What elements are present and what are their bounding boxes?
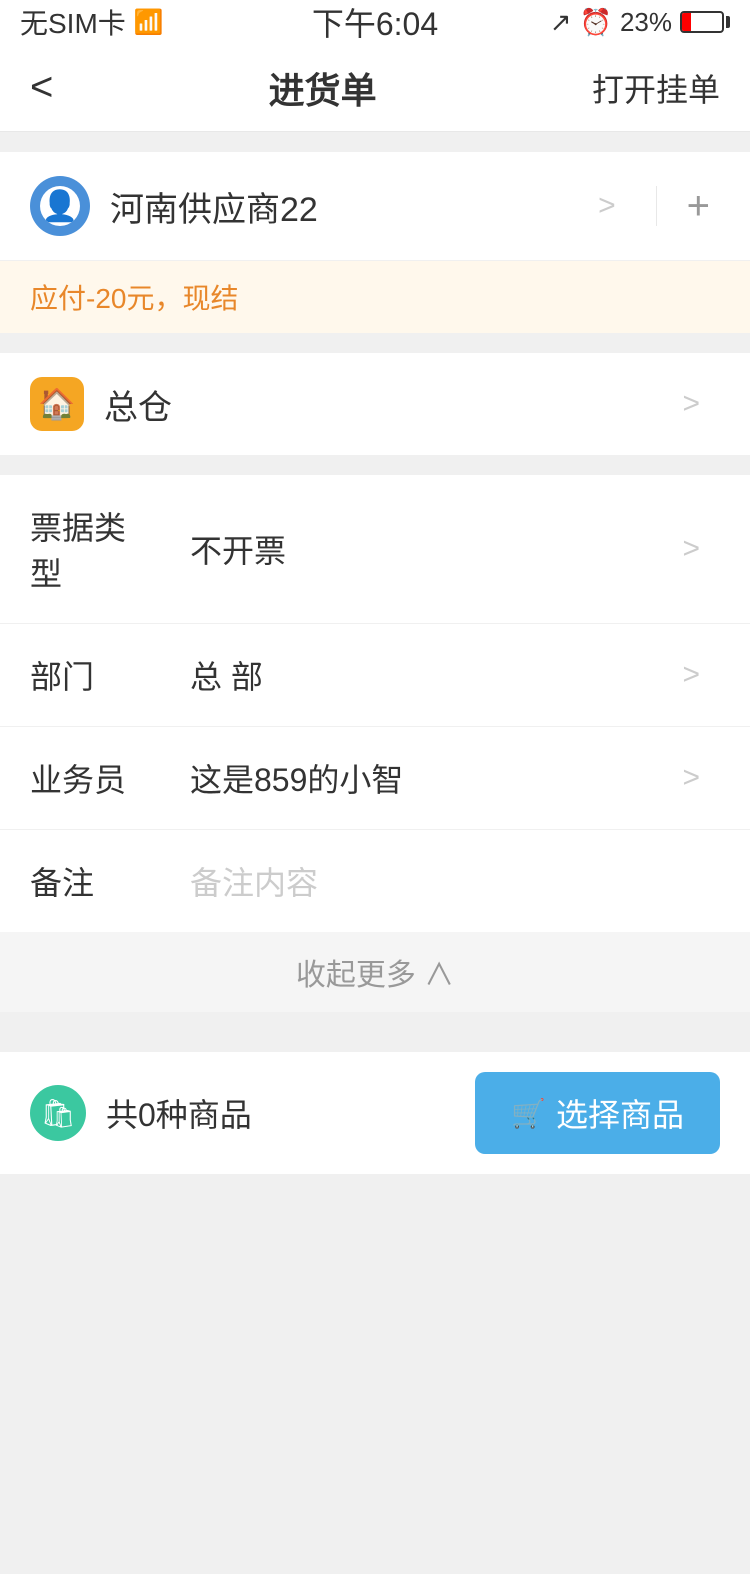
warehouse-section[interactable]: 🏠 总仓 > — [0, 353, 750, 455]
warehouse-name: 总仓 — [104, 380, 682, 429]
department-value: 总 部 — [150, 652, 682, 698]
cart-icon-bg: 🛍 — [30, 1085, 86, 1141]
department-label: 部门 — [30, 652, 150, 698]
alarm-icon: ⏰ — [580, 7, 612, 38]
remark-row[interactable]: 备注 备注内容 — [0, 830, 750, 932]
supplier-name: 河南供应商22 — [110, 182, 598, 231]
battery-indicator — [680, 11, 730, 33]
wifi-icon: 📶 — [134, 8, 164, 37]
collapse-label: 收起更多 ∧ — [296, 950, 454, 994]
notice-bar: 应付-20元，现结 — [0, 261, 750, 333]
remark-label: 备注 — [30, 858, 150, 904]
select-product-icon: 🛒 — [511, 1097, 546, 1130]
product-count-label: 共0种商品 — [106, 1090, 475, 1136]
back-button[interactable]: < — [30, 65, 53, 110]
staff-label: 业务员 — [30, 755, 150, 801]
invoice-chevron-icon: > — [682, 532, 700, 566]
supplier-section: 👤 河南供应商22 > + 应付-20元，现结 — [0, 152, 750, 333]
gap-3 — [0, 1012, 750, 1032]
remark-input[interactable]: 备注内容 — [150, 858, 720, 904]
form-section: 票据类型 不开票 > 部门 总 部 > 业务员 这是859的小智 > 备注 备注… — [0, 475, 750, 932]
status-time: 下午6:04 — [312, 0, 438, 45]
product-bar: 🛍 共0种商品 🛒 选择商品 — [0, 1052, 750, 1174]
staff-row[interactable]: 业务员 这是859的小智 > — [0, 727, 750, 830]
page-title: 进货单 — [269, 62, 377, 114]
location-icon: ↗ — [550, 7, 572, 38]
select-product-label: 选择商品 — [556, 1090, 684, 1136]
supplier-row[interactable]: 👤 河南供应商22 > + — [0, 152, 750, 261]
cart-icon: 🛍 — [40, 1097, 76, 1130]
invoice-value: 不开票 — [150, 526, 682, 572]
warehouse-chevron-icon: > — [682, 387, 700, 421]
warehouse-icon-bg: 🏠 — [30, 377, 84, 431]
open-pending-button[interactable]: 打开挂单 — [592, 65, 720, 111]
notice-text: 应付-20元，现结 — [30, 283, 238, 314]
invoice-label: 票据类型 — [30, 503, 150, 595]
invoice-row[interactable]: 票据类型 不开票 > — [0, 475, 750, 624]
collapse-button[interactable]: 收起更多 ∧ — [0, 932, 750, 1012]
vertical-divider — [656, 186, 657, 226]
gap-2 — [0, 333, 750, 353]
department-row[interactable]: 部门 总 部 > — [0, 624, 750, 727]
gap-1 — [0, 132, 750, 152]
staff-value: 这是859的小智 — [150, 755, 682, 801]
staff-chevron-icon: > — [682, 761, 700, 795]
bottom-area — [0, 1174, 750, 1574]
supplier-avatar: 👤 — [30, 176, 90, 236]
supplier-chevron-icon: > — [598, 189, 616, 223]
carrier-label: 无SIM卡 — [20, 2, 126, 42]
add-supplier-button[interactable]: + — [677, 184, 720, 229]
house-icon: 🏠 — [38, 387, 75, 422]
battery-percent: 23% — [620, 7, 672, 38]
select-product-button[interactable]: 🛒 选择商品 — [475, 1072, 720, 1154]
department-chevron-icon: > — [682, 658, 700, 692]
status-right: ↗ ⏰ 23% — [550, 7, 730, 38]
nav-bar: < 进货单 打开挂单 — [0, 44, 750, 132]
status-bar: 无SIM卡 📶 下午6:04 ↗ ⏰ 23% — [0, 0, 750, 44]
status-left: 无SIM卡 📶 — [20, 2, 164, 42]
person-icon: 👤 — [41, 189, 78, 224]
